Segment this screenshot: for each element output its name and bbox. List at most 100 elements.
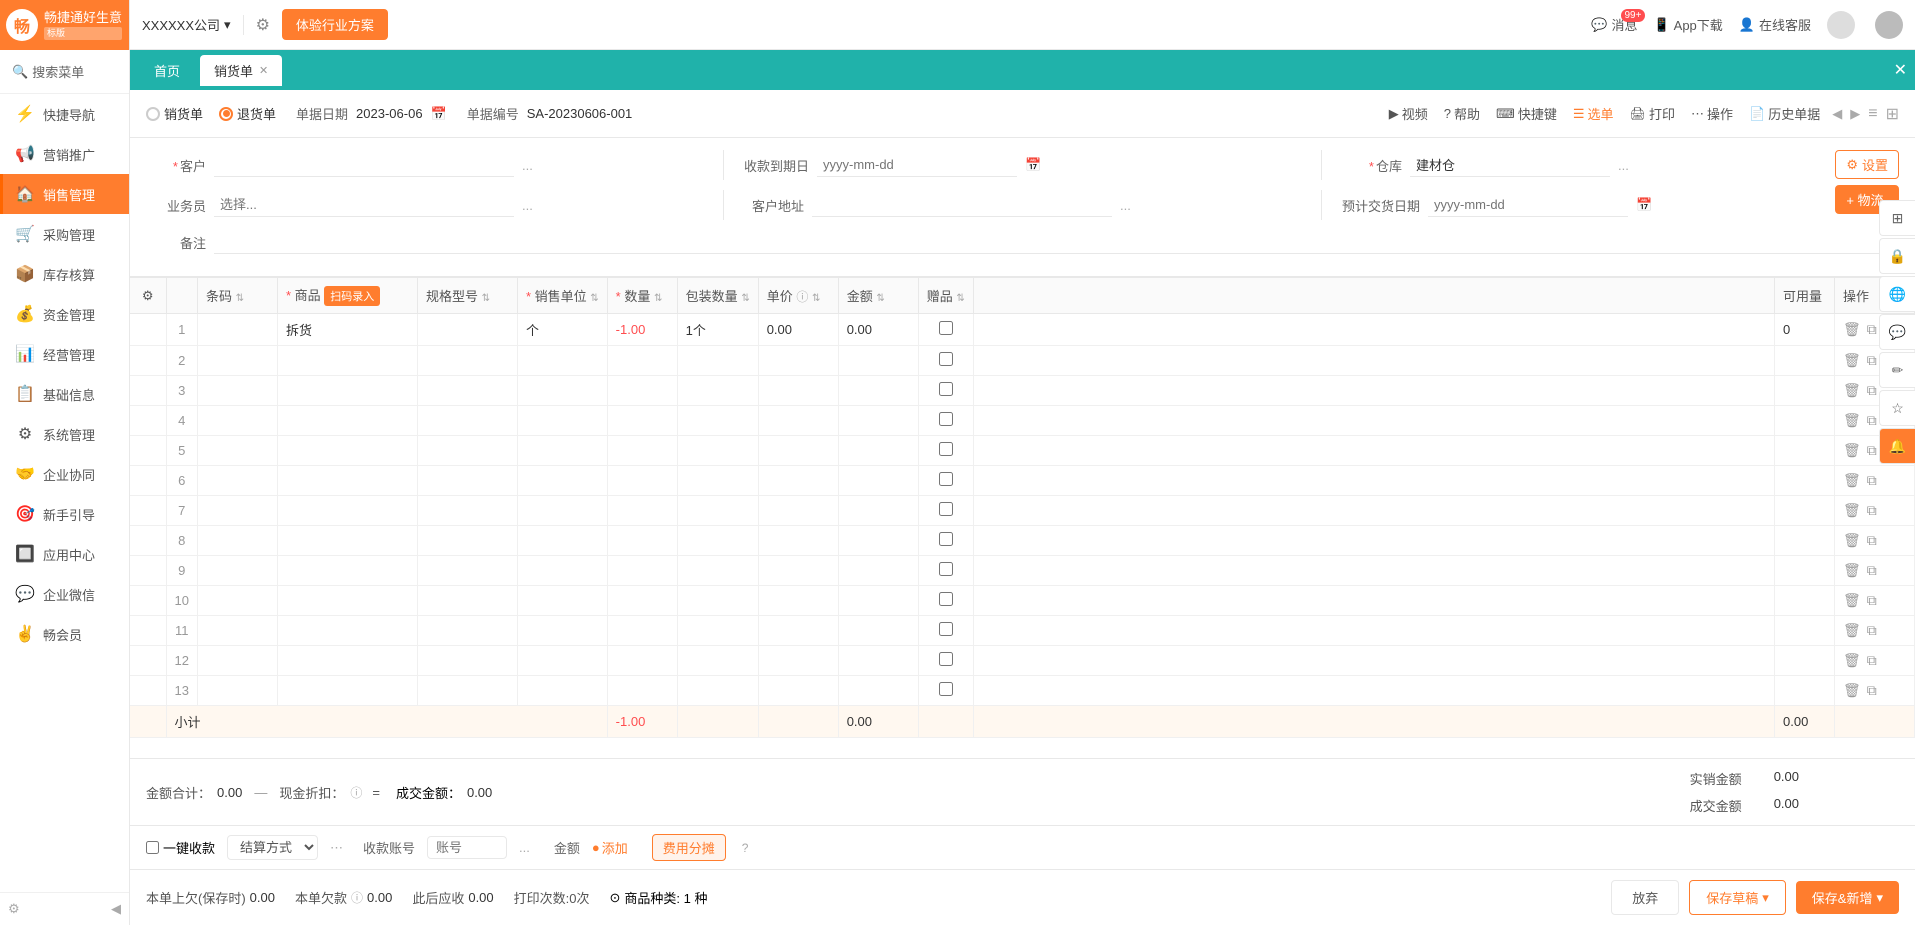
save-draft-button[interactable]: 保存草稿 ▾	[1689, 880, 1786, 915]
delete-icon[interactable]: 🗑	[1843, 532, 1861, 549]
discount-info-icon[interactable]: ⓘ	[350, 784, 362, 801]
delete-icon[interactable]: 🗑	[1843, 502, 1861, 519]
price-info-icon[interactable]: ⓘ	[796, 290, 808, 304]
toolbar-select[interactable]: ☰ 选单	[1569, 102, 1618, 125]
copy-icon[interactable]: ⧉	[1867, 682, 1877, 699]
delete-icon[interactable]: 🗑	[1843, 442, 1861, 459]
gift-checkbox[interactable]	[939, 532, 953, 546]
gift-checkbox[interactable]	[939, 592, 953, 606]
expected-date-calendar-icon[interactable]: 📅	[1636, 197, 1652, 213]
toolbar-operate[interactable]: ⋯ 操作	[1687, 102, 1737, 125]
sidebar-item-basic[interactable]: 📋 基础信息	[0, 374, 129, 414]
account-dots[interactable]: ...	[519, 840, 530, 855]
unit-sort-icon[interactable]: ⇅	[590, 293, 598, 304]
delete-icon[interactable]: 🗑	[1843, 472, 1861, 489]
right-float-chat[interactable]: 💬	[1879, 314, 1915, 350]
debt-info-icon[interactable]: ⓘ	[351, 889, 363, 906]
abandon-button[interactable]: 放弃	[1611, 880, 1679, 915]
nav-next-icon[interactable]: ▶	[1850, 106, 1860, 122]
tab-close-all-button[interactable]: ✕	[1894, 60, 1907, 80]
tab-sales-order[interactable]: 销货单 ✕	[200, 55, 282, 86]
settings-icon[interactable]: ⚙	[256, 15, 270, 35]
gift-checkbox[interactable]	[939, 382, 953, 396]
amount-sort-icon[interactable]: ⇅	[876, 293, 884, 304]
collapse-icon[interactable]: ◀	[111, 901, 121, 917]
calc-method-dots[interactable]: ⋯	[330, 840, 343, 856]
fee-split-button[interactable]: 费用分摊	[652, 834, 726, 861]
copy-icon[interactable]: ⧉	[1867, 442, 1877, 459]
delete-icon[interactable]: 🗑	[1843, 622, 1861, 639]
radio-return-order[interactable]: 退货单	[219, 104, 276, 123]
price-sort-icon[interactable]: ⇅	[812, 293, 820, 304]
company-selector[interactable]: XXXXXX公司 ▾	[142, 15, 231, 34]
gift-checkbox[interactable]	[939, 652, 953, 666]
app-download-button[interactable]: 📱 App下载	[1653, 15, 1722, 34]
tab-home[interactable]: 首页	[138, 53, 196, 88]
warehouse-input[interactable]	[1410, 153, 1610, 177]
user-avatar[interactable]	[1827, 11, 1855, 39]
toolbar-history[interactable]: 📄 历史单据	[1745, 102, 1824, 125]
message-button[interactable]: 💬 消息 99+	[1591, 15, 1637, 34]
expected-date-input[interactable]	[1428, 193, 1628, 217]
date-calendar-icon[interactable]: 📅	[431, 106, 447, 122]
gift-checkbox[interactable]	[939, 472, 953, 486]
settings-button[interactable]: ⚙ 设置	[1835, 150, 1899, 179]
delete-icon[interactable]: 🗑	[1843, 592, 1861, 609]
sidebar-item-purchase[interactable]: 🛒 采购管理	[0, 214, 129, 254]
delete-icon[interactable]: 🗑	[1843, 412, 1861, 429]
gift-checkbox[interactable]	[939, 502, 953, 516]
sidebar-item-operation[interactable]: 📊 经营管理	[0, 334, 129, 374]
address-input[interactable]	[812, 193, 1112, 217]
one-click-checkbox-input[interactable]	[146, 841, 159, 854]
toolbar-help[interactable]: ? 帮助	[1440, 102, 1484, 125]
gift-checkbox[interactable]	[939, 682, 953, 696]
gift-checkbox[interactable]	[939, 442, 953, 456]
copy-icon[interactable]: ⧉	[1867, 502, 1877, 519]
save-new-button[interactable]: 保存&新增 ▾	[1796, 881, 1899, 914]
toolbar-shortcut[interactable]: ⌨ 快捷键	[1492, 102, 1561, 125]
copy-icon[interactable]: ⧉	[1867, 622, 1877, 639]
gift-checkbox[interactable]	[939, 622, 953, 636]
sidebar-item-finance[interactable]: 💰 资金管理	[0, 294, 129, 334]
delete-icon[interactable]: 🗑	[1843, 562, 1861, 579]
warehouse-select-icon[interactable]: ...	[1618, 158, 1629, 173]
delete-icon[interactable]: 🗑	[1843, 321, 1861, 338]
due-date-calendar-icon[interactable]: 📅	[1025, 157, 1041, 173]
grid-view-icon[interactable]: ⊞	[1886, 104, 1899, 124]
gift-checkbox[interactable]	[939, 562, 953, 576]
qty-sort-icon[interactable]: ⇅	[654, 293, 662, 304]
delete-icon[interactable]: 🗑	[1843, 382, 1861, 399]
spec-sort-icon[interactable]: ⇅	[482, 293, 490, 304]
product-type[interactable]: ⊙ 商品种类: 1 种	[610, 888, 708, 907]
gift-checkbox[interactable]	[939, 321, 953, 335]
col-header-settings[interactable]: ⚙	[130, 278, 166, 314]
sidebar-item-weixin[interactable]: 💬 企业微信	[0, 574, 129, 614]
sidebar-search[interactable]: 🔍 搜索菜单	[0, 50, 129, 94]
gift-checkbox[interactable]	[939, 412, 953, 426]
copy-icon[interactable]: ⧉	[1867, 592, 1877, 609]
right-float-lock[interactable]: 🔒	[1879, 238, 1915, 274]
delete-icon[interactable]: 🗑	[1843, 682, 1861, 699]
salesman-select-icon[interactable]: ...	[522, 198, 533, 213]
tab-close-icon[interactable]: ✕	[259, 64, 268, 77]
trial-button[interactable]: 体验行业方案	[282, 9, 388, 40]
toolbar-video[interactable]: ▶ 视频	[1385, 102, 1432, 125]
sidebar-item-inventory[interactable]: 📦 库存核算	[0, 254, 129, 294]
address-select-icon[interactable]: ...	[1120, 198, 1131, 213]
sidebar-item-marketing[interactable]: 📢 营销推广	[0, 134, 129, 174]
remarks-input[interactable]	[214, 230, 1899, 254]
settings-icon[interactable]: ⚙	[8, 901, 20, 917]
copy-icon[interactable]: ⧉	[1867, 652, 1877, 669]
delete-icon[interactable]: 🗑	[1843, 352, 1861, 369]
pkg-sort-icon[interactable]: ⇅	[741, 293, 749, 304]
copy-icon[interactable]: ⧉	[1867, 562, 1877, 579]
toolbar-print[interactable]: 🖨 打印	[1626, 102, 1680, 125]
copy-icon[interactable]: ⧉	[1867, 412, 1877, 429]
sidebar-item-system[interactable]: ⚙ 系统管理	[0, 414, 129, 454]
customer-input[interactable]	[214, 153, 514, 177]
right-float-globe[interactable]: 🌐	[1879, 276, 1915, 312]
copy-icon[interactable]: ⧉	[1867, 382, 1877, 399]
delete-icon[interactable]: 🗑	[1843, 652, 1861, 669]
barcode-sort-icon[interactable]: ⇅	[236, 293, 244, 304]
right-float-star[interactable]: ☆	[1879, 390, 1915, 426]
